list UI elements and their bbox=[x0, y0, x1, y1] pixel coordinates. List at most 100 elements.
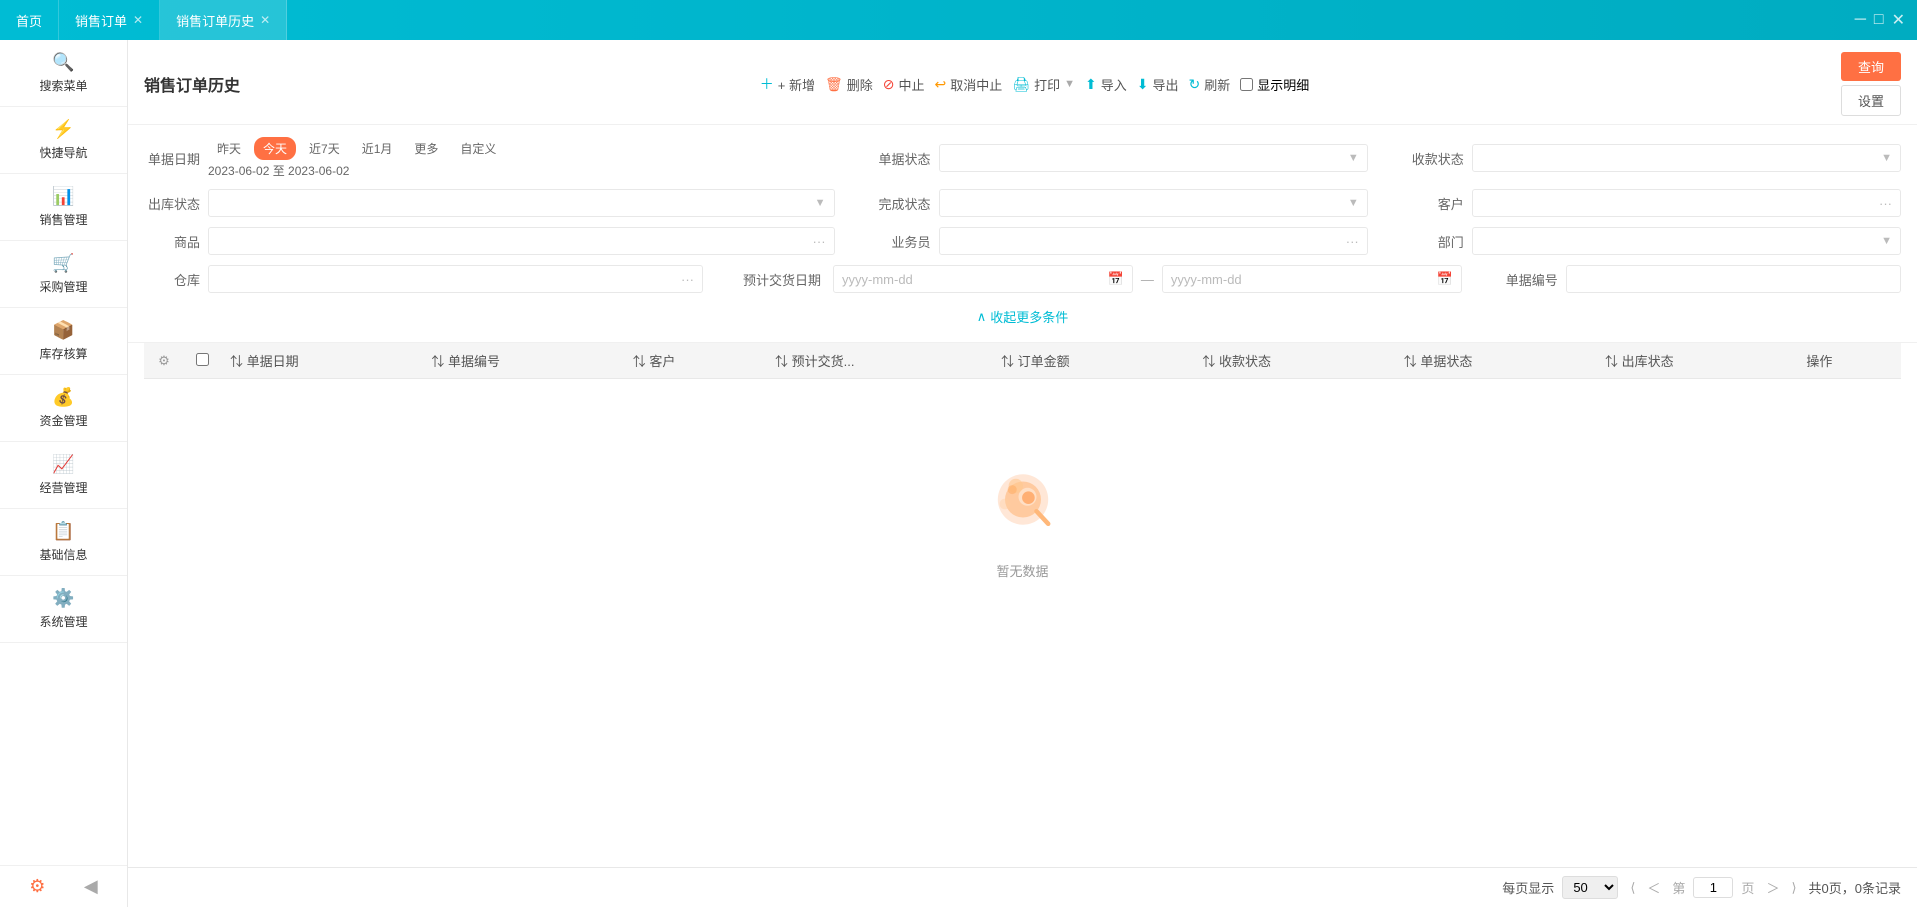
filter-row-3: 商品 ··· 业务员 ··· 部门 bbox=[144, 227, 1901, 255]
col-payment-sort-icon[interactable]: ⇅ bbox=[1202, 354, 1215, 369]
sidebar-item-sales[interactable]: 📊 销售管理 bbox=[0, 174, 127, 241]
select-all-checkbox[interactable] bbox=[196, 353, 209, 366]
collapse-button[interactable]: ∧ 收起更多条件 bbox=[144, 303, 1901, 330]
minimize-icon[interactable]: ─ bbox=[1855, 11, 1866, 29]
sidebar-item-search[interactable]: 🔍 搜索菜单 bbox=[0, 40, 127, 107]
col-delivery: ⇅ 预计交货... bbox=[765, 343, 991, 379]
sidebar-item-quicknav[interactable]: ⚡ 快捷导航 bbox=[0, 107, 127, 174]
date-btn-yesterday[interactable]: 昨天 bbox=[208, 137, 250, 160]
filter-row-1: 单据日期 昨天 今天 近7天 近1月 更多 自定义 2023-06-02 至 2… bbox=[144, 137, 1901, 179]
delivery-from[interactable]: yyyy-mm-dd 📅 bbox=[833, 265, 1133, 293]
export-icon: ⬇ bbox=[1137, 76, 1149, 93]
sidebar-item-finance[interactable]: 💰 资金管理 bbox=[0, 375, 127, 442]
delivery-to[interactable]: yyyy-mm-dd 📅 bbox=[1162, 265, 1462, 293]
filter-status-item: 单据状态 ▼ bbox=[875, 144, 1368, 172]
sidebar-label-sales: 销售管理 bbox=[39, 211, 87, 228]
sidebar-label-quicknav: 快捷导航 bbox=[39, 144, 87, 161]
page-header: 销售订单历史 ＋ + 新增 🗑 删除 ⊘ 中止 ↩ 取消中止 bbox=[128, 40, 1917, 125]
col-action: 操作 bbox=[1796, 343, 1901, 379]
sidebar-label-system: 系统管理 bbox=[39, 613, 87, 630]
print-button[interactable]: 🖨 打印 ▼ bbox=[1012, 75, 1075, 94]
sidebar-item-basic-info[interactable]: 📋 基础信息 bbox=[0, 509, 127, 576]
import-button[interactable]: ⬆ 导入 bbox=[1085, 75, 1127, 94]
empty-state: 暂无数据 bbox=[144, 379, 1901, 660]
show-detail-checkbox[interactable]: 显示明细 bbox=[1240, 75, 1309, 94]
page-number-input[interactable] bbox=[1693, 877, 1733, 898]
nav-last-icon[interactable]: ⟩ bbox=[1787, 878, 1800, 898]
operations-icon: 📈 bbox=[52, 454, 74, 475]
sales-select[interactable]: ··· bbox=[939, 227, 1368, 255]
customer-select[interactable]: ··· bbox=[1472, 189, 1901, 217]
tab-sales-order[interactable]: 销售订单 ✕ bbox=[59, 0, 160, 40]
sidebar-item-purchase[interactable]: 🛒 采购管理 bbox=[0, 241, 127, 308]
close-window-icon[interactable]: ✕ bbox=[1892, 10, 1905, 30]
date-btn-1month[interactable]: 近1月 bbox=[353, 137, 402, 160]
complete-select[interactable]: ▼ bbox=[939, 189, 1368, 217]
delete-button[interactable]: 🗑 删除 bbox=[825, 75, 873, 94]
per-page-select[interactable]: 50 100 200 bbox=[1562, 876, 1618, 899]
date-btn-more[interactable]: 更多 bbox=[405, 137, 447, 160]
page-title: 销售订单历史 bbox=[144, 72, 240, 96]
sidebar-item-operations[interactable]: 📈 经营管理 bbox=[0, 442, 127, 509]
filter-warehouse-item: 仓库 ··· bbox=[144, 265, 703, 293]
status-select[interactable]: ▼ bbox=[939, 144, 1368, 172]
new-button[interactable]: ＋ + 新增 bbox=[760, 74, 815, 94]
dept-select[interactable]: ▼ bbox=[1472, 227, 1901, 255]
delivery-from-placeholder: yyyy-mm-dd bbox=[842, 272, 1108, 287]
set-button[interactable]: 设置 bbox=[1841, 85, 1901, 116]
tab-home[interactable]: 首页 bbox=[0, 0, 59, 40]
table-settings-icon[interactable]: ⚙ bbox=[158, 353, 170, 368]
docno-input[interactable] bbox=[1566, 265, 1901, 293]
customer-label: 客户 bbox=[1408, 194, 1464, 213]
stop-button[interactable]: ⊘ 中止 bbox=[883, 75, 925, 94]
export-button[interactable]: ⬇ 导出 bbox=[1137, 75, 1179, 94]
sales-icon: 📊 bbox=[52, 186, 74, 207]
sidebar-item-inventory[interactable]: 📦 库存核算 bbox=[0, 308, 127, 375]
sidebar-settings-icon[interactable]: ⚙ bbox=[29, 876, 45, 897]
col-out-status: ⇅ 出库状态 bbox=[1595, 343, 1796, 379]
col-customer-sort-icon[interactable]: ⇅ bbox=[633, 354, 646, 369]
complete-arrow-icon: ▼ bbox=[1348, 197, 1359, 209]
settings-col-header: ⚙ bbox=[144, 343, 184, 379]
maximize-icon[interactable]: □ bbox=[1874, 11, 1884, 29]
finance-icon: 💰 bbox=[52, 387, 74, 408]
tab-close-history[interactable]: ✕ bbox=[260, 13, 270, 27]
sales-dots-icon: ··· bbox=[1346, 234, 1359, 249]
sidebar-collapse-icon[interactable]: ◀ bbox=[84, 876, 98, 897]
col-doc-status: ⇅ 单据状态 bbox=[1394, 343, 1595, 379]
show-detail-input[interactable] bbox=[1240, 78, 1253, 91]
docno-label: 单据编号 bbox=[1502, 270, 1558, 289]
system-icon: ⚙️ bbox=[52, 588, 74, 609]
content-area: 销售订单历史 ＋ + 新增 🗑 删除 ⊘ 中止 ↩ 取消中止 bbox=[128, 40, 1917, 907]
dept-arrow-icon: ▼ bbox=[1881, 235, 1892, 247]
col-out-sort-icon[interactable]: ⇅ bbox=[1605, 354, 1618, 369]
col-amount-sort-icon[interactable]: ⇅ bbox=[1001, 354, 1014, 369]
col-doc-sort-icon[interactable]: ⇅ bbox=[1404, 354, 1417, 369]
sidebar-item-system[interactable]: ⚙️ 系统管理 bbox=[0, 576, 127, 643]
nav-prev-icon[interactable]: ＜ bbox=[1643, 876, 1664, 899]
tab-close-sales-order[interactable]: ✕ bbox=[133, 13, 143, 27]
refresh-button[interactable]: ↻ 刷新 bbox=[1188, 75, 1230, 94]
filter-row-4: 仓库 ··· 预计交货日期 yyyy-mm-dd 📅 — yyyy-mm bbox=[144, 265, 1901, 293]
date-btn-custom[interactable]: 自定义 bbox=[451, 137, 505, 160]
cancel-stop-button[interactable]: ↩ 取消中止 bbox=[935, 75, 1003, 94]
payment-select[interactable]: ▼ bbox=[1472, 144, 1901, 172]
date-btn-today[interactable]: 今天 bbox=[254, 137, 296, 160]
sales-label: 业务员 bbox=[875, 232, 931, 251]
refresh-icon: ↻ bbox=[1188, 76, 1200, 93]
nav-first-icon[interactable]: ⟨ bbox=[1626, 878, 1639, 898]
calendar-to-icon: 📅 bbox=[1437, 271, 1453, 287]
collapse-label: 收起更多条件 bbox=[990, 307, 1068, 326]
col-date-sort-icon[interactable]: ⇅ bbox=[230, 354, 243, 369]
purchase-icon: 🛒 bbox=[52, 253, 74, 274]
nav-next-icon[interactable]: ＞ bbox=[1762, 876, 1783, 899]
col-delivery-sort-icon[interactable]: ⇅ bbox=[775, 354, 788, 369]
col-no-sort-icon[interactable]: ⇅ bbox=[431, 354, 444, 369]
query-button[interactable]: 查询 bbox=[1841, 52, 1901, 81]
col-amount: ⇅ 订单金额 bbox=[991, 343, 1192, 379]
date-btn-7days[interactable]: 近7天 bbox=[300, 137, 349, 160]
warehouse-out-select[interactable]: ▼ bbox=[208, 189, 835, 217]
tab-sales-order-history[interactable]: 销售订单历史 ✕ bbox=[160, 0, 287, 40]
warehouse-select[interactable]: ··· bbox=[208, 265, 703, 293]
goods-select[interactable]: ··· bbox=[208, 227, 835, 255]
